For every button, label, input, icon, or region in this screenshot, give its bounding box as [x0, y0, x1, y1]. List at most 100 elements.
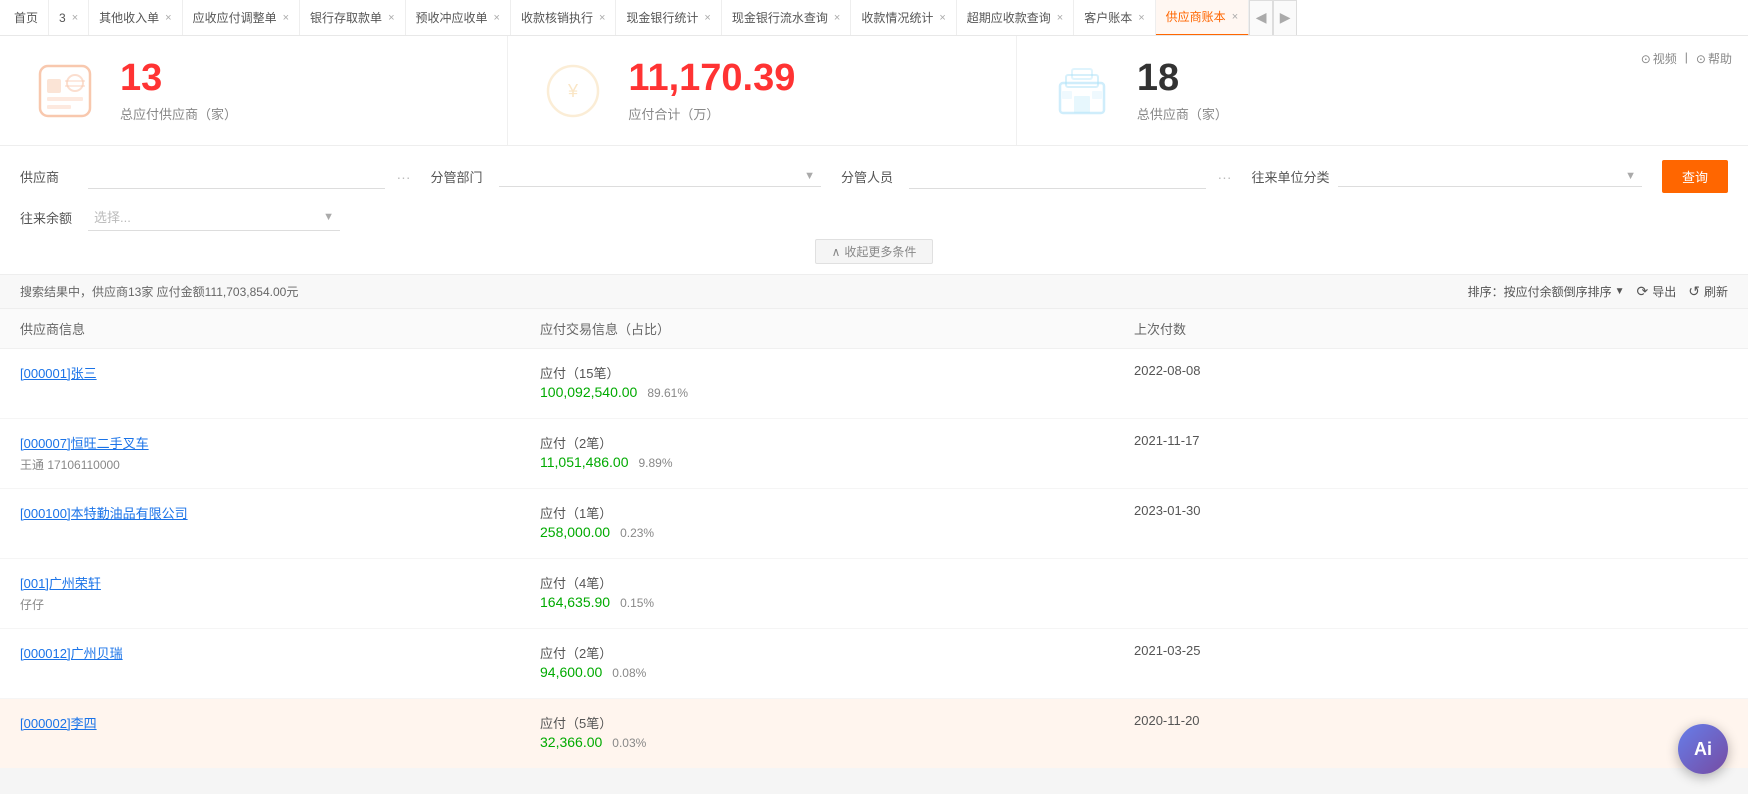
trans-percent-1: 89.61% [647, 386, 688, 400]
close-tab-customer-ledger[interactable]: × [1138, 12, 1144, 24]
query-button[interactable]: 查询 [1662, 160, 1728, 193]
supplier-filter-input[interactable] [88, 165, 385, 189]
filter-category: 往来单位分类 ▼ [1252, 166, 1643, 187]
balance-chevron-icon: ▼ [323, 211, 334, 223]
table-row: [001]广州荣轩 仔仔 应付（4笔） 164,635.90 0.15% [0, 559, 1748, 629]
supplier-link-1[interactable]: [000001]张三 [20, 366, 97, 381]
close-tab-3[interactable]: × [72, 12, 78, 24]
nav-tab-collection[interactable]: 收款核销执行 × [511, 0, 616, 36]
supplier-filter-dots[interactable]: ··· [397, 169, 411, 185]
trans-row-2: 11,051,486.00 9.89% [540, 454, 1134, 470]
trans-row-1: 100,092,540.00 89.61% [540, 384, 1134, 400]
supplier-link-6[interactable]: [000002]李四 [20, 716, 97, 731]
supplier-info-1: [000001]张三 [20, 363, 540, 382]
close-tab-adjustment[interactable]: × [283, 12, 289, 24]
nav-tab-cash-bank[interactable]: 现金银行统计 × [616, 0, 721, 36]
category-filter-select[interactable]: ▼ [1338, 166, 1642, 187]
nav-left-arrow[interactable]: ◀ [1249, 0, 1273, 36]
close-tab-collection[interactable]: × [599, 12, 605, 24]
collapse-up-icon: ∧ [832, 245, 841, 259]
balance-filter-select[interactable]: 选择... ▼ [88, 203, 340, 231]
trans-amount-3[interactable]: 258,000.00 [540, 524, 610, 540]
person-filter-label: 分管人员 [841, 167, 901, 186]
refresh-icon: ↺ [1688, 283, 1700, 300]
trans-amount-2[interactable]: 11,051,486.00 [540, 454, 629, 470]
close-tab-bank[interactable]: × [388, 12, 394, 24]
trans-row-6: 32,366.00 0.03% [540, 734, 1134, 750]
category-chevron-icon: ▼ [1625, 170, 1636, 182]
nav-tab-cash-flow[interactable]: 现金银行流水查询 × [722, 0, 851, 36]
summary-bar: 13 总应付供应商（家） ¥ 11,170.39 应付合计（万） [0, 36, 1748, 146]
transaction-info-5: 应付（2笔） 94,600.00 0.08% [540, 643, 1134, 680]
supplier-link-3[interactable]: [000100]本特勤油品有限公司 [20, 506, 188, 521]
person-filter-input[interactable] [909, 165, 1206, 189]
help-link[interactable]: ⊙帮助 [1696, 50, 1732, 67]
filter-supplier: 供应商 ··· [20, 165, 411, 189]
payable-total-number: 11,170.39 [628, 58, 795, 100]
sort-dropdown[interactable]: 排序：按应付余额倒序排序 ▼ [1468, 283, 1625, 300]
refresh-button[interactable]: ↺ 刷新 [1688, 283, 1728, 300]
category-filter-label: 往来单位分类 [1252, 167, 1330, 186]
trans-label-4: 应付（4笔） [540, 573, 1134, 592]
filter-dept: 分管部门 ▼ [431, 166, 822, 187]
nav-tab-bank[interactable]: 银行存取款单 × [300, 0, 405, 36]
collapse-bar: ∧ 收起更多条件 [20, 239, 1728, 264]
export-button[interactable]: ⟳ 导出 [1637, 283, 1677, 300]
close-tab-overdue[interactable]: × [1057, 12, 1063, 24]
ai-assistant-button[interactable]: Ai [1678, 724, 1728, 774]
close-tab-cash-flow[interactable]: × [834, 12, 840, 24]
balance-filter-label: 往来余额 [20, 208, 80, 227]
nav-tab-overdue[interactable]: 超期应收款查询 × [957, 0, 1074, 36]
supplier-link-5[interactable]: [000012]广州贝瑞 [20, 646, 123, 661]
summary-content-total: 11,170.39 应付合计（万） [628, 58, 795, 123]
close-tab-cash-bank[interactable]: × [704, 12, 710, 24]
top-right-links: ⊙视频 | ⊙帮助 [1641, 50, 1732, 67]
close-tab-receipt-stat[interactable]: × [939, 12, 945, 24]
supplier-filter-label: 供应商 [20, 167, 80, 186]
dept-filter-select[interactable]: ▼ [499, 166, 822, 187]
filter-row-1: 供应商 ··· 分管部门 ▼ 分管人员 ··· 往来单位分类 ▼ 查询 [20, 160, 1728, 193]
supplier-link-2[interactable]: [000007]恒旺二手叉车 [20, 436, 149, 451]
nav-tab-3[interactable]: 3 × [49, 0, 89, 36]
summary-content-payable: 13 总应付供应商（家） [120, 58, 237, 123]
trans-amount-1[interactable]: 100,092,540.00 [540, 384, 637, 400]
export-icon: ⟳ [1637, 283, 1649, 300]
transaction-info-4: 应付（4笔） 164,635.90 0.15% [540, 573, 1134, 610]
nav-right-arrow[interactable]: ▶ [1273, 0, 1297, 36]
col-header-supplier: 供应商信息 [20, 319, 540, 338]
table-row: [000002]李四 应付（5笔） 32,366.00 0.03% 2020-1… [0, 699, 1748, 769]
close-tab-supplier-ledger[interactable]: × [1232, 11, 1238, 23]
dept-chevron-icon: ▼ [804, 170, 815, 182]
nav-tab-other-income[interactable]: 其他收入单 × [89, 0, 182, 36]
trans-label-1: 应付（15笔） [540, 363, 1134, 382]
results-summary: 搜索结果中，供应商13家 应付金额111,703,854.00元 [20, 283, 298, 300]
trans-percent-3: 0.23% [620, 526, 654, 540]
summary-card-payable-suppliers: 13 总应付供应商（家） [0, 36, 508, 145]
close-tab-prepay[interactable]: × [494, 12, 500, 24]
transaction-info-1: 应付（15笔） 100,092,540.00 89.61% [540, 363, 1134, 400]
video-link[interactable]: ⊙视频 [1641, 50, 1677, 67]
payable-suppliers-label: 总应付供应商（家） [120, 104, 237, 123]
nav-tab-adjustment[interactable]: 应收应付调整单 × [183, 0, 300, 36]
table-area: 供应商信息 应付交易信息（占比） 上次付数 [000001]张三 应付（15笔）… [0, 309, 1748, 769]
person-filter-dots[interactable]: ··· [1218, 169, 1232, 185]
supplier-info-6: [000002]李四 [20, 713, 540, 732]
trans-percent-2: 9.89% [639, 456, 673, 470]
trans-label-5: 应付（2笔） [540, 643, 1134, 662]
collapse-button[interactable]: ∧ 收起更多条件 [815, 239, 934, 264]
nav-tab-home[interactable]: 首页 [4, 0, 49, 36]
supplier-link-4[interactable]: [001]广州荣轩 [20, 576, 101, 591]
nav-tab-supplier-ledger[interactable]: 供应商账本 × [1156, 0, 1249, 36]
nav-tab-receipt-stat[interactable]: 收款情况统计 × [851, 0, 956, 36]
close-tab-other-income[interactable]: × [165, 12, 171, 24]
trans-amount-4[interactable]: 164,635.90 [540, 594, 610, 610]
transaction-info-3: 应付（1笔） 258,000.00 0.23% [540, 503, 1134, 540]
trans-amount-5[interactable]: 94,600.00 [540, 664, 602, 680]
nav-tab-customer-ledger[interactable]: 客户账本 × [1074, 0, 1155, 36]
trans-label-6: 应付（5笔） [540, 713, 1134, 732]
supplier-info-4: [001]广州荣轩 仔仔 [20, 573, 540, 613]
payable-suppliers-count: 13 [120, 58, 237, 100]
trans-amount-6[interactable]: 32,366.00 [540, 734, 602, 750]
nav-tab-prepay[interactable]: 预收冲应收单 × [406, 0, 511, 36]
trans-label-3: 应付（1笔） [540, 503, 1134, 522]
